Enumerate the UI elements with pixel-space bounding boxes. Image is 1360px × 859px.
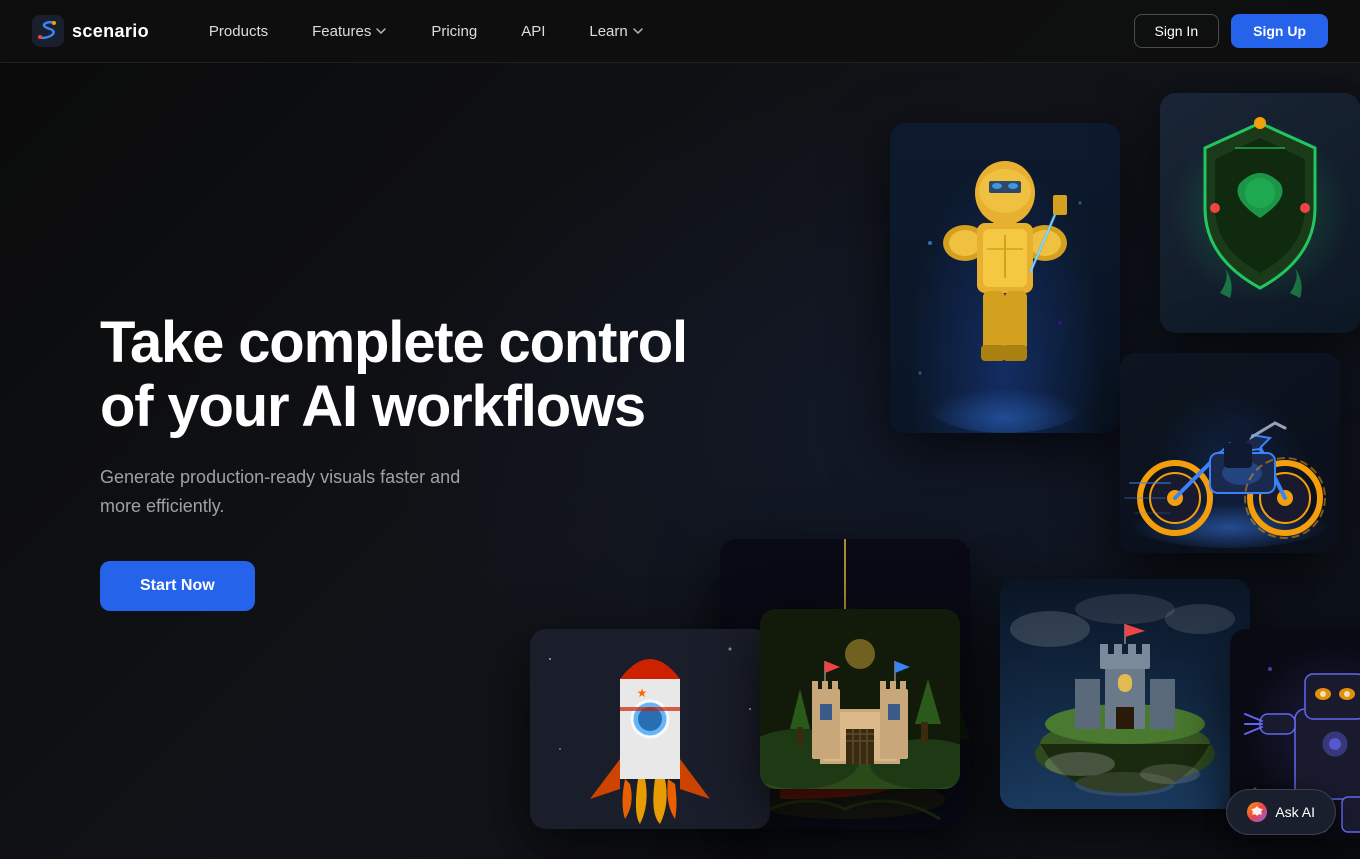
shield-illustration xyxy=(1160,93,1360,333)
sign-in-button[interactable]: Sign In xyxy=(1134,14,1220,48)
hero-content: Take complete control of your AI workflo… xyxy=(100,311,700,610)
rocket-illustration: ★ xyxy=(530,629,770,829)
motorcycle-illustration xyxy=(1120,353,1340,553)
nav-learn[interactable]: Learn xyxy=(569,15,663,48)
nav-products[interactable]: Products xyxy=(189,15,288,48)
hero-title: Take complete control of your AI workflo… xyxy=(100,311,700,439)
card-rocket: ★ xyxy=(530,629,770,829)
svg-text:★: ★ xyxy=(637,686,648,700)
card-warrior xyxy=(890,123,1120,433)
nav-links: Products Features Pricing API Learn xyxy=(189,15,1134,48)
start-now-button[interactable]: Start Now xyxy=(100,561,255,611)
card-small-castle xyxy=(760,609,960,789)
card-shield xyxy=(1160,93,1360,333)
card-forest xyxy=(720,539,970,829)
warrior-illustration xyxy=(890,123,1120,433)
island-illustration xyxy=(1000,579,1250,809)
hero-subtitle: Generate production-ready visuals faster… xyxy=(100,463,500,521)
ask-ai-icon xyxy=(1247,802,1267,822)
forest-illustration xyxy=(720,539,970,829)
nav-pricing[interactable]: Pricing xyxy=(411,15,497,48)
logo-icon xyxy=(32,15,64,47)
nav-actions: Sign In Sign Up xyxy=(1134,14,1328,48)
logo[interactable]: scenario xyxy=(32,15,149,47)
logo-text: scenario xyxy=(72,21,149,42)
sign-up-button[interactable]: Sign Up xyxy=(1231,14,1328,48)
nav-api[interactable]: API xyxy=(501,15,565,48)
chevron-down-icon-2 xyxy=(632,25,644,37)
navbar: scenario Products Features Pricing API L… xyxy=(0,0,1360,63)
chevron-down-icon xyxy=(375,25,387,37)
hero-section: Take complete control of your AI workflo… xyxy=(0,0,1360,859)
card-motorcycle xyxy=(1120,353,1340,553)
ask-ai-label: Ask AI xyxy=(1275,804,1315,820)
ask-ai-button[interactable]: Ask AI xyxy=(1226,789,1336,835)
small-castle-illustration xyxy=(760,609,960,789)
card-floating-island xyxy=(1000,579,1250,809)
nav-features[interactable]: Features xyxy=(292,15,407,48)
